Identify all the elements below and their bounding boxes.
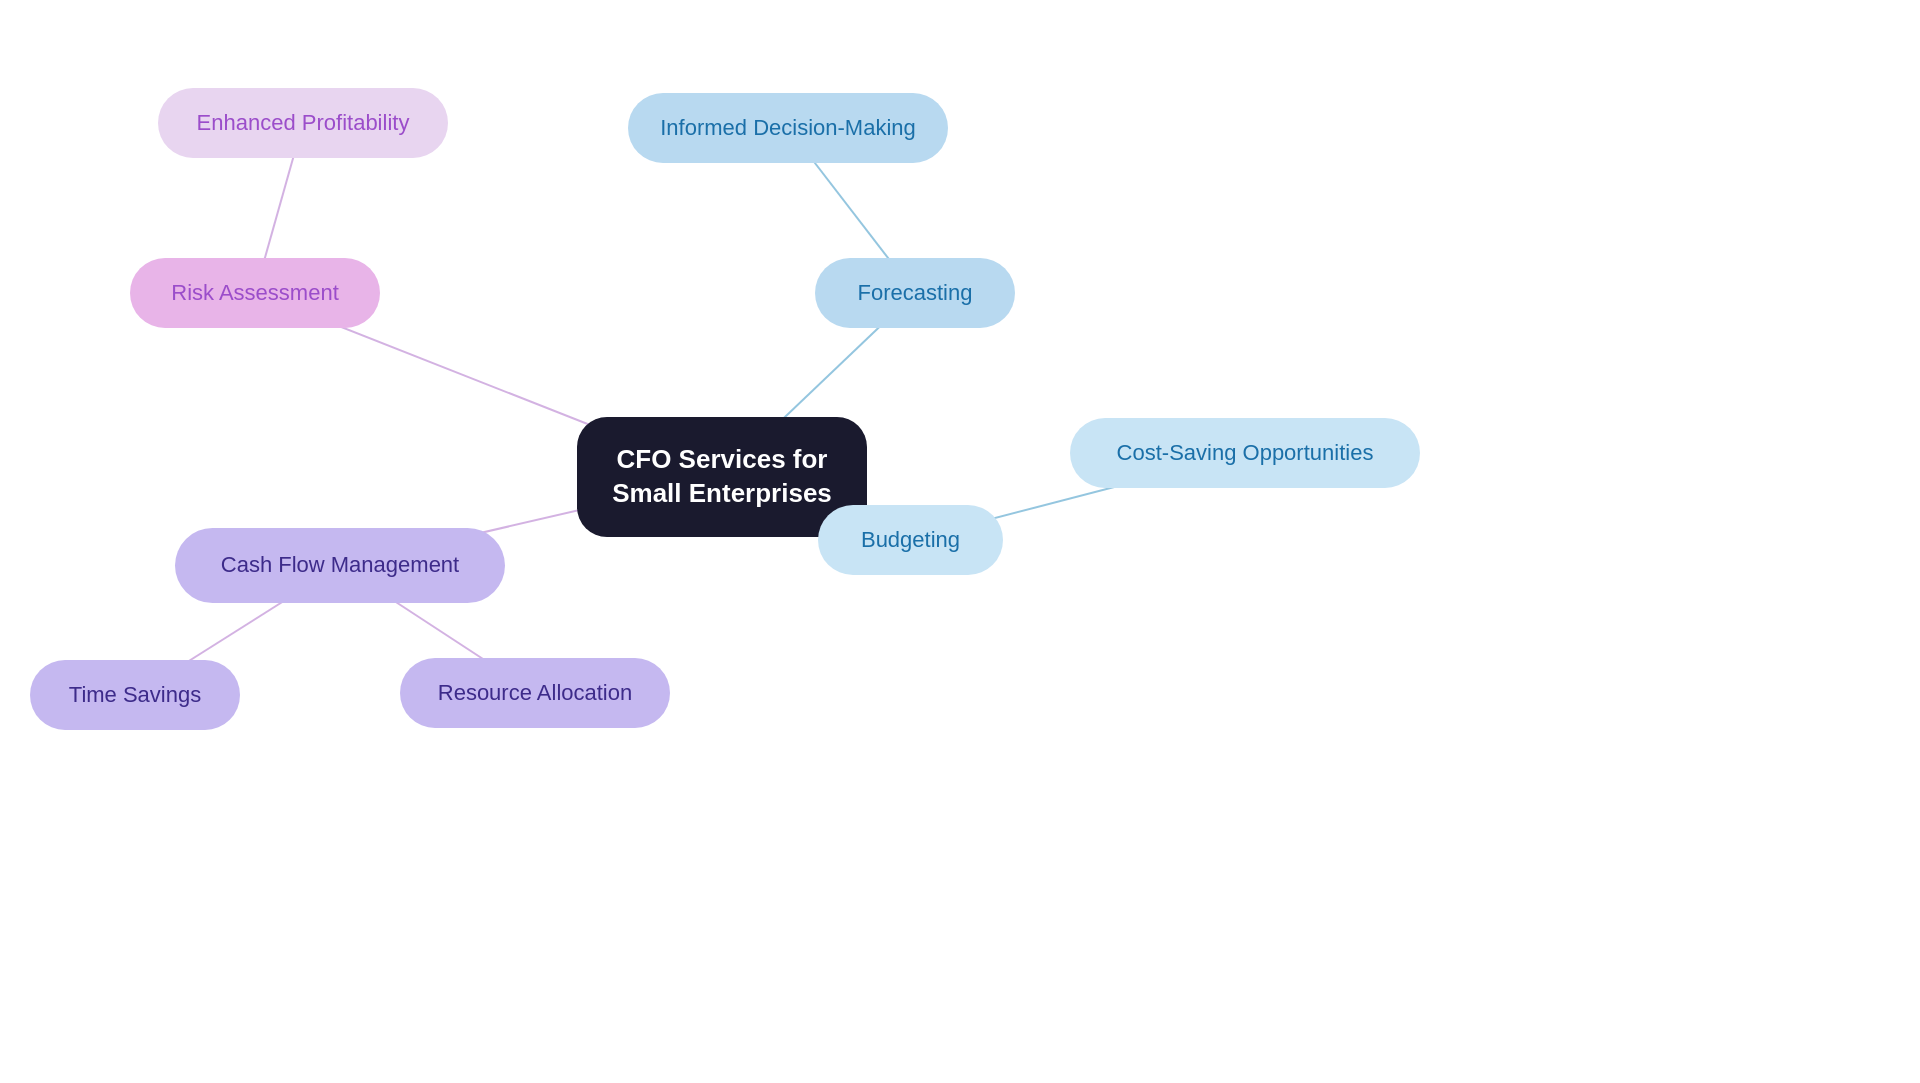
- node-time-savings: Time Savings: [30, 660, 240, 730]
- enhanced-profitability-label: Enhanced Profitability: [197, 109, 410, 138]
- cash-flow-label: Cash Flow Management: [221, 551, 459, 580]
- budgeting-label: Budgeting: [861, 526, 960, 555]
- node-cost-saving-opportunities: Cost-Saving Opportunities: [1070, 418, 1420, 488]
- node-forecasting: Forecasting: [815, 258, 1015, 328]
- node-informed-decision-making: Informed Decision-Making: [628, 93, 948, 163]
- informed-decision-label: Informed Decision-Making: [660, 114, 916, 143]
- cost-saving-label: Cost-Saving Opportunities: [1117, 439, 1374, 468]
- forecasting-label: Forecasting: [858, 279, 973, 308]
- node-resource-allocation: Resource Allocation: [400, 658, 670, 728]
- resource-allocation-label: Resource Allocation: [438, 679, 632, 708]
- center-node-label: CFO Services for Small Enterprises: [605, 443, 839, 511]
- node-risk-assessment: Risk Assessment: [130, 258, 380, 328]
- node-enhanced-profitability: Enhanced Profitability: [158, 88, 448, 158]
- node-cash-flow-management: Cash Flow Management: [175, 528, 505, 603]
- node-budgeting: Budgeting: [818, 505, 1003, 575]
- time-savings-label: Time Savings: [69, 681, 201, 710]
- risk-assessment-label: Risk Assessment: [171, 279, 339, 308]
